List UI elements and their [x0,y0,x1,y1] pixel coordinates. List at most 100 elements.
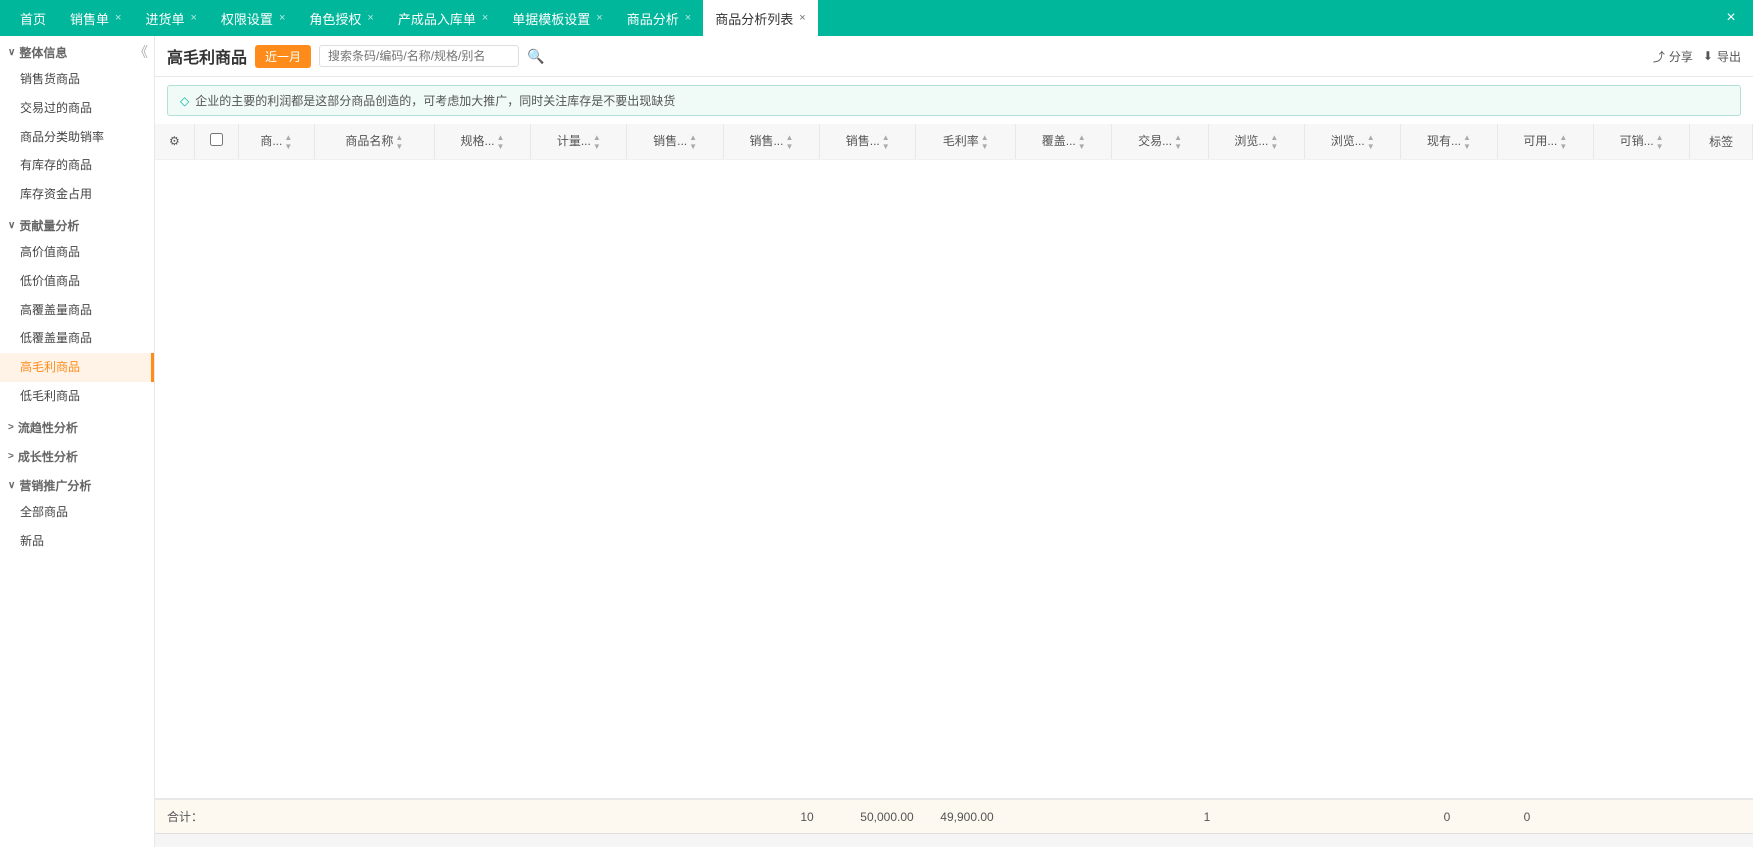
data-table: ⚙商...▲▼商品名称▲▼规格...▲▼计量...▲▼销售...▲▼销售...▲… [155,124,1753,160]
sort-icon: ▲▼ [1656,133,1664,151]
nav-item[interactable]: 进货单× [133,0,208,36]
sort-icon: ▲▼ [785,133,793,151]
table-column-header[interactable]: 商品名称▲▼ [314,124,434,159]
sidebar-item[interactable]: 高覆盖量商品 [0,296,154,325]
footer-cell: 49,900.00 [927,810,1007,824]
table-column-header[interactable]: 现有...▲▼ [1401,124,1497,159]
close-tab-icon[interactable]: × [190,12,196,24]
sidebar-group: >成长性分析 [0,440,154,469]
search-input[interactable] [319,45,519,67]
sidebar-group: ∨贡献量分析高价值商品低价值商品高覆盖量商品低覆盖量商品高毛利商品低毛利商品 [0,209,154,411]
search-button[interactable]: 🔍 [527,48,544,65]
close-tab-icon[interactable]: × [482,12,488,24]
page-title: 高毛利商品 [167,44,247,68]
sidebar-group-title[interactable]: ∨整体信息 [0,36,154,65]
close-tab-icon[interactable]: × [596,12,602,24]
nav-item[interactable]: 销售单× [58,0,133,36]
sidebar-group-arrow-icon: ∨ [8,47,15,58]
nav-right: × [1717,4,1745,32]
select-all-checkbox[interactable] [210,133,223,146]
sort-icon: ▲▼ [882,133,890,151]
share-button[interactable]: ⤴ 分享 [1653,48,1693,65]
table-column-header[interactable]: 毛利率▲▼ [916,124,1016,159]
info-banner: ◇ 企业的主要的利润都是这部分商品创造的，可考虑加大推广，同时关注库存是不要出现… [167,85,1741,116]
sidebar-item[interactable]: 低覆盖量商品 [0,324,154,353]
table-column-header: ⚙ [155,124,194,159]
table-column-header[interactable]: 浏览...▲▼ [1305,124,1401,159]
close-tab-icon[interactable]: × [685,12,691,24]
table-column-header[interactable]: 计量...▲▼ [531,124,627,159]
sidebar-group-title[interactable]: >成长性分析 [0,440,154,469]
sidebar-item[interactable]: 销售货商品 [0,65,154,94]
footer-cell [607,810,687,824]
table-column-header[interactable]: 销售...▲▼ [820,124,916,159]
sidebar-group: >流趋性分析 [0,411,154,440]
sort-icon: ▲▼ [284,133,292,151]
sidebar-item[interactable]: 全部商品 [0,498,154,527]
info-text: 企业的主要的利润都是这部分商品创造的，可考虑加大推广，同时关注库存是不要出现缺货 [195,92,675,109]
scrollbar[interactable] [155,833,1753,847]
footer-cell: 50,000.00 [847,810,927,824]
data-table-container[interactable]: ⚙商...▲▼商品名称▲▼规格...▲▼计量...▲▼销售...▲▼销售...▲… [155,124,1753,798]
sidebar-item[interactable]: 交易过的商品 [0,94,154,123]
sidebar-group: ∨营销推广分析全部商品新品 [0,469,154,556]
export-button[interactable]: ⬇ 导出 [1703,48,1741,65]
close-tab-icon[interactable]: × [279,12,285,24]
sidebar-item[interactable]: 低毛利商品 [0,382,154,411]
footer-label: 合计： [167,808,367,825]
table-column-header[interactable]: 商...▲▼ [238,124,314,159]
table-column-header[interactable]: 交易...▲▼ [1112,124,1208,159]
content-header: 高毛利商品 近一月 🔍 ⤴ 分享 ⬇ 导出 [155,36,1753,77]
header-actions: ⤴ 分享 ⬇ 导出 [1653,48,1741,65]
footer-cell [1327,810,1407,824]
table-column-header[interactable]: 可销...▲▼ [1593,124,1689,159]
close-tab-icon[interactable]: × [367,12,373,24]
nav-item[interactable]: 权限设置× [209,0,297,36]
sidebar-item[interactable]: 库存资金占用 [0,180,154,209]
sidebar-group-arrow-icon: > [8,451,14,462]
nav-item[interactable]: 单据模板设置× [500,0,614,36]
sort-icon: ▲▼ [395,133,403,151]
sort-icon: ▲▼ [1559,133,1567,151]
table-column-header[interactable]: 覆盖...▲▼ [1016,124,1112,159]
table-column-header[interactable]: 浏览...▲▼ [1208,124,1304,159]
table-column-header[interactable]: 规格...▲▼ [434,124,530,159]
table-column-header[interactable]: 销售...▲▼ [723,124,819,159]
footer-cell [1007,810,1087,824]
sidebar-group-title[interactable]: >流趋性分析 [0,411,154,440]
export-icon: ⬇ [1703,49,1713,63]
sidebar-item[interactable]: 高价值商品 [0,238,154,267]
close-all-button[interactable]: × [1717,4,1745,32]
sidebar-collapse-button[interactable]: 《 [134,42,148,62]
sidebar-item[interactable]: 新品 [0,527,154,556]
sidebar-item[interactable]: 低价值商品 [0,267,154,296]
close-tab-icon[interactable]: × [799,12,805,24]
footer-cell: 0 [1487,810,1567,824]
sort-icon: ▲▼ [1078,133,1086,151]
nav-item[interactable]: 产成品入库单× [386,0,500,36]
sidebar-group: ∨整体信息销售货商品交易过的商品商品分类助销率有库存的商品库存资金占用 [0,36,154,209]
nav-item[interactable]: 首页 [8,0,58,36]
sort-icon: ▲▼ [593,133,601,151]
footer-cell: 10 [767,810,847,824]
sidebar-item[interactable]: 商品分类助销率 [0,123,154,152]
table-column-header[interactable]: 销售...▲▼ [627,124,723,159]
nav-item[interactable]: 角色授权× [297,0,385,36]
sidebar-group-arrow-icon: > [8,422,14,433]
close-tab-icon[interactable]: × [115,12,121,24]
table-column-header[interactable]: 可用...▲▼ [1497,124,1593,159]
sidebar-group-title[interactable]: ∨营销推广分析 [0,469,154,498]
sidebar-item[interactable]: 有库存的商品 [0,151,154,180]
sort-icon: ▲▼ [981,133,989,151]
sidebar-item[interactable]: 高毛利商品 [0,353,154,382]
filter-period-button[interactable]: 近一月 [255,45,311,68]
share-icon: ⤴ [1653,48,1665,65]
footer-cells: 1050,000.0049,900.00100 [367,810,1741,824]
footer-cell: 0 [1407,810,1487,824]
footer-cell: 1 [1167,810,1247,824]
footer-cell [447,810,527,824]
nav-item[interactable]: 商品分析列表× [703,0,817,36]
footer-cell [527,810,607,824]
nav-item[interactable]: 商品分析× [615,0,703,36]
sidebar-group-title[interactable]: ∨贡献量分析 [0,209,154,238]
